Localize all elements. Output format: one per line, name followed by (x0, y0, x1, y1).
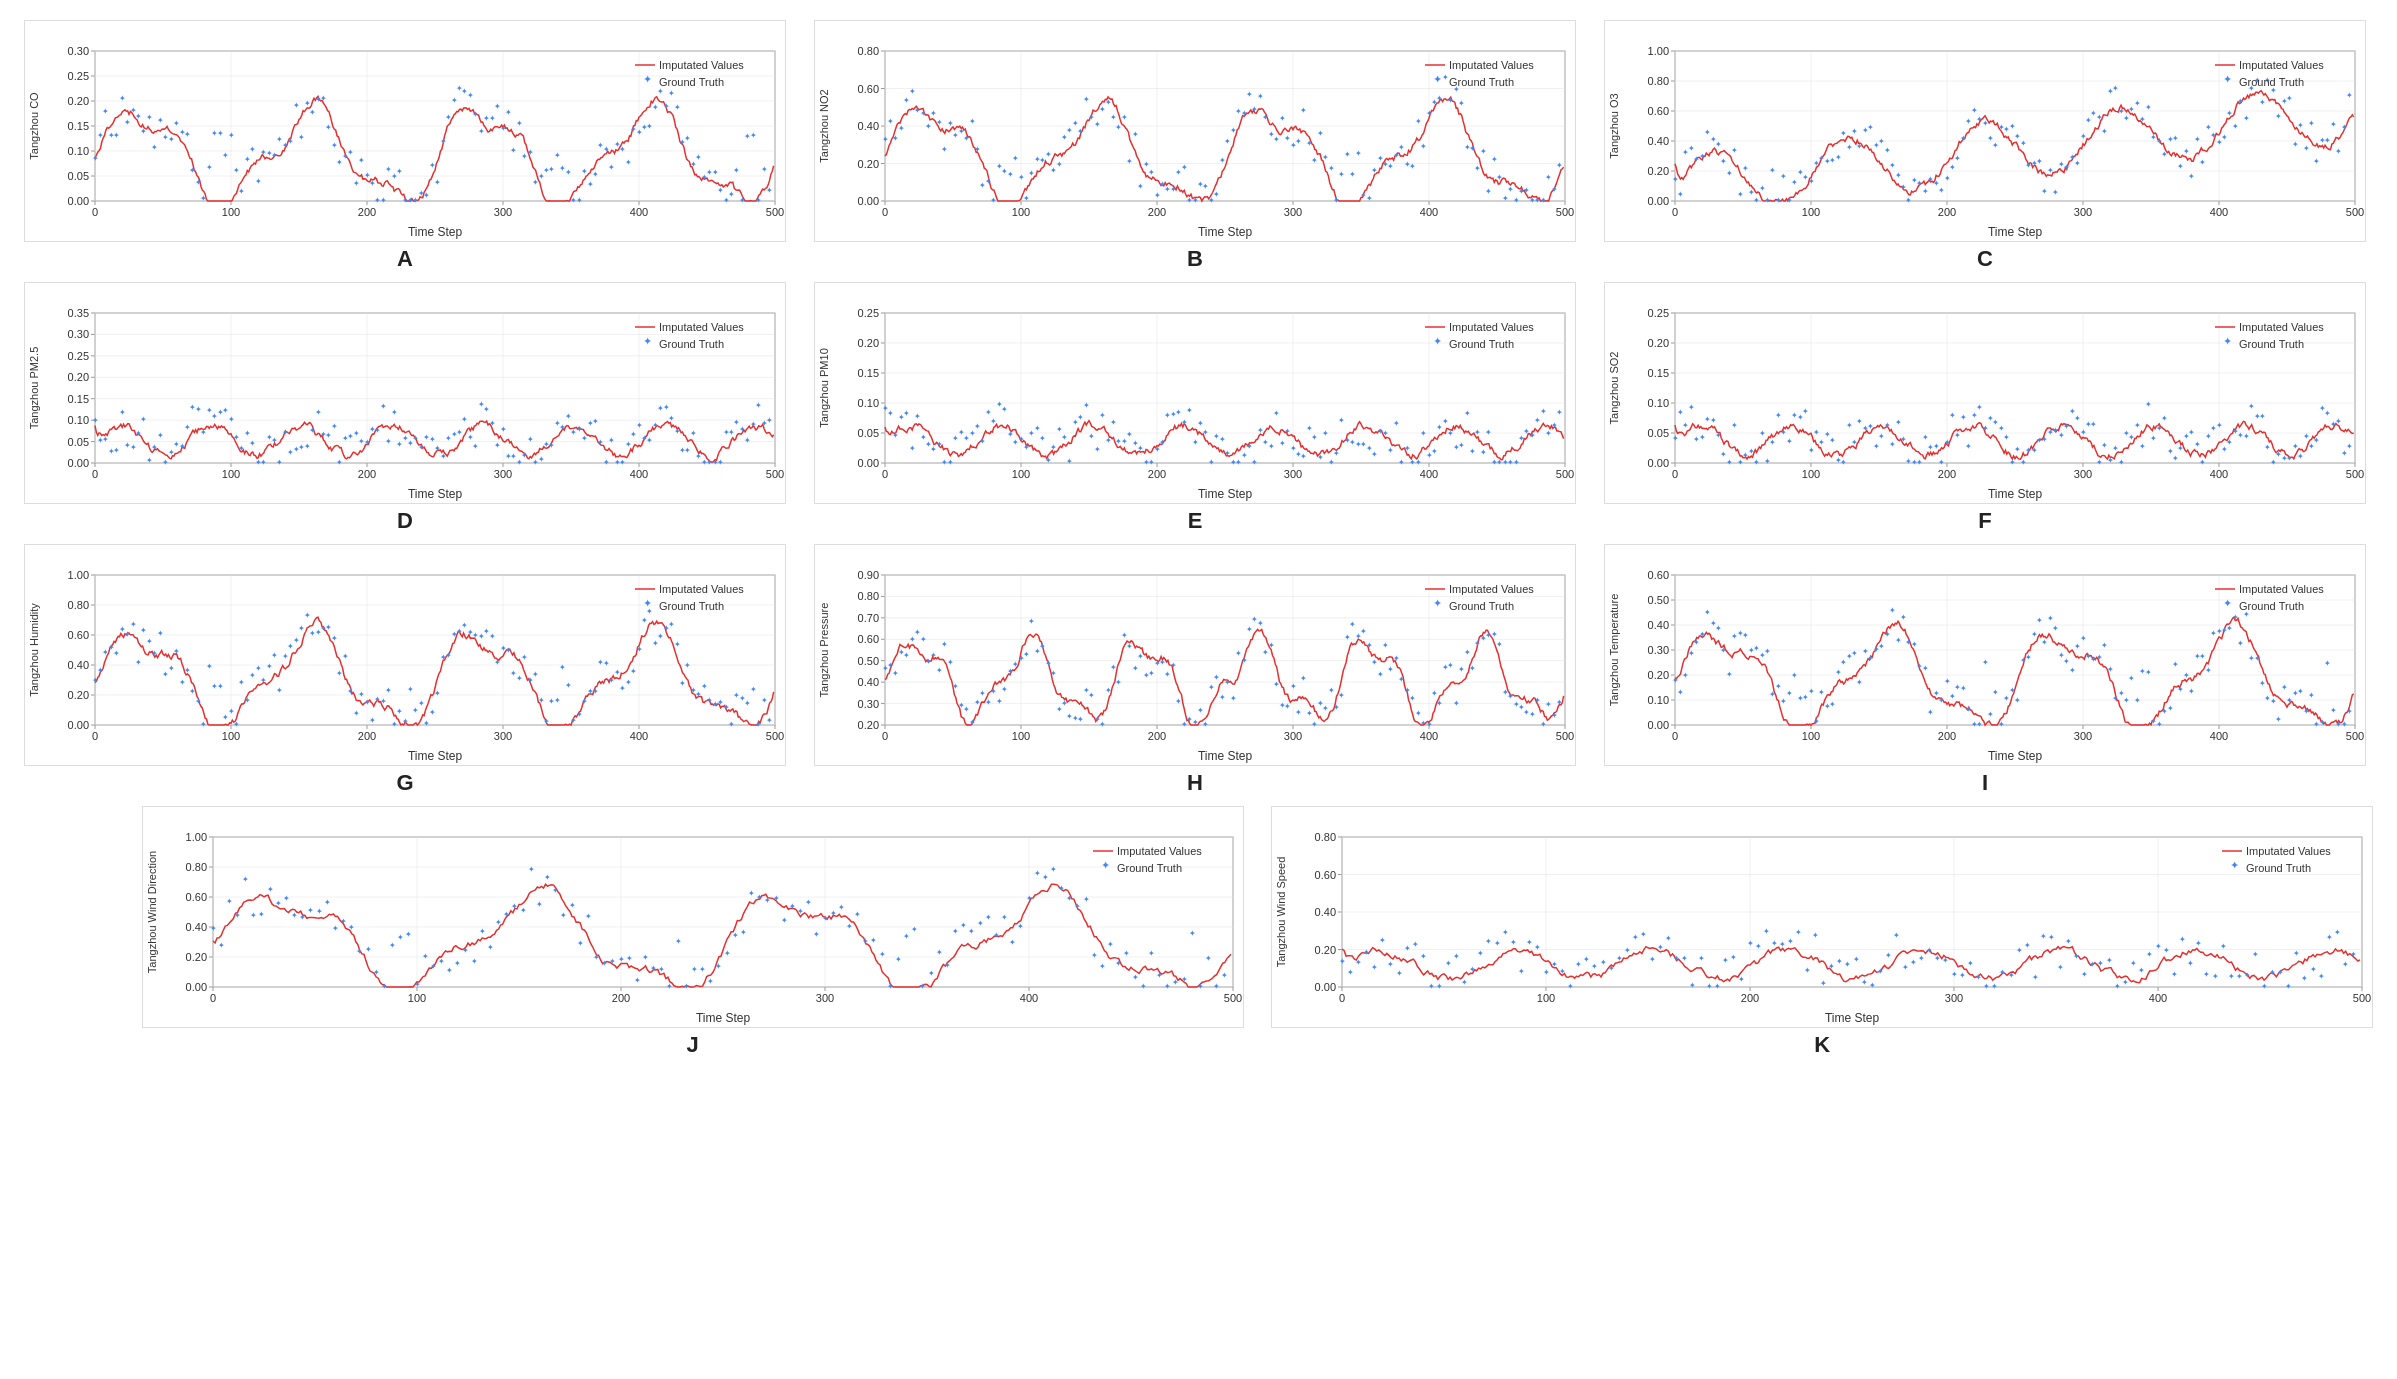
chart-label-K: K (1814, 1032, 1830, 1058)
chart-E (814, 282, 1576, 504)
chart-cell-K: K (1257, 806, 2387, 1058)
chart-J (142, 806, 1244, 1028)
chart-label-C: C (1977, 246, 1993, 272)
chart-G (24, 544, 786, 766)
row-4: J K (10, 806, 2387, 1058)
chart-K (1271, 806, 2373, 1028)
chart-label-A: A (397, 246, 413, 272)
chart-label-F: F (1978, 508, 1991, 534)
chart-label-B: B (1187, 246, 1203, 272)
chart-B (814, 20, 1576, 242)
row-1: A B C (10, 20, 2387, 272)
chart-cell-D: D (10, 282, 800, 534)
chart-label-E: E (1188, 508, 1203, 534)
chart-F (1604, 282, 2366, 504)
chart-C (1604, 20, 2366, 242)
chart-cell-A: A (10, 20, 800, 272)
chart-label-G: G (396, 770, 413, 796)
chart-cell-G: G (10, 544, 800, 796)
chart-cell-I: I (1590, 544, 2380, 796)
chart-cell-F: F (1590, 282, 2380, 534)
chart-I (1604, 544, 2366, 766)
row-2: D E F (10, 282, 2387, 534)
chart-A (24, 20, 786, 242)
chart-cell-E: E (800, 282, 1590, 534)
chart-cell-B: B (800, 20, 1590, 272)
chart-D (24, 282, 786, 504)
chart-H (814, 544, 1576, 766)
chart-label-I: I (1982, 770, 1988, 796)
row-3: G H I (10, 544, 2387, 796)
chart-label-J: J (687, 1032, 699, 1058)
chart-label-H: H (1187, 770, 1203, 796)
chart-cell-J: J (128, 806, 1258, 1058)
chart-cell-C: C (1590, 20, 2380, 272)
main-container: A B C D E F G H (0, 0, 2397, 1078)
chart-label-D: D (397, 508, 413, 534)
chart-cell-H: H (800, 544, 1590, 796)
